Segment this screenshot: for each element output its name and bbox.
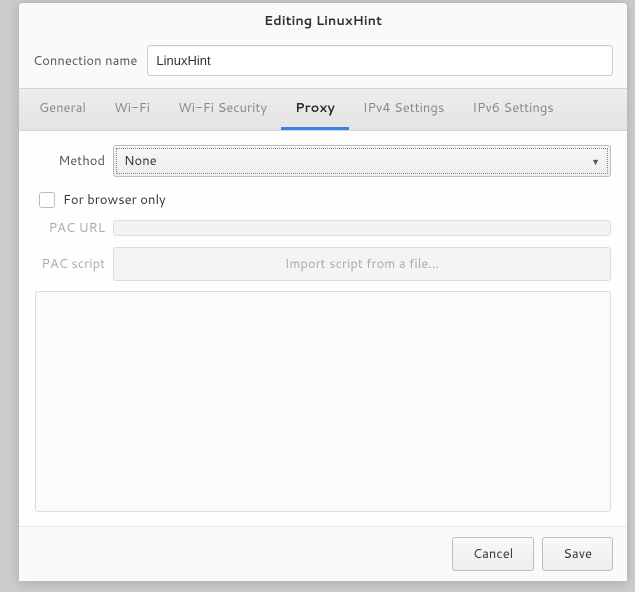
dialog-window: Editing LinuxHint Connection name Genera… (18, 2, 628, 582)
method-combo[interactable]: None ▼ (113, 145, 611, 177)
connection-name-input[interactable] (147, 45, 613, 76)
window-title: Editing LinuxHint (19, 3, 627, 39)
tab-bar: General Wi-Fi Wi-Fi Security Proxy IPv4 … (19, 88, 627, 131)
method-row: Method None ▼ (35, 145, 611, 177)
dialog-footer: Cancel Save (19, 526, 627, 581)
connection-name-row: Connection name (19, 39, 627, 88)
chevron-down-icon: ▼ (591, 155, 600, 168)
pac-url-row: PAC URL (35, 219, 611, 237)
browser-only-row: For browser only (35, 191, 611, 209)
browser-only-checkbox[interactable] (39, 192, 55, 208)
tab-wifi[interactable]: Wi-Fi (100, 89, 164, 130)
browser-only-label: For browser only (63, 191, 166, 209)
tab-wifi-security[interactable]: Wi-Fi Security (164, 89, 281, 130)
pac-script-textarea (35, 291, 611, 512)
connection-name-label: Connection name (33, 52, 137, 70)
method-label: Method (35, 152, 105, 170)
pac-script-label: PAC script (35, 255, 105, 273)
tab-proxy[interactable]: Proxy (281, 89, 349, 130)
tab-ipv4-settings[interactable]: IPv4 Settings (349, 89, 458, 130)
pac-script-row: PAC script Import script from a file… (35, 247, 611, 281)
pac-url-label: PAC URL (35, 219, 105, 237)
save-button[interactable]: Save (542, 537, 613, 571)
tab-ipv6-settings[interactable]: IPv6 Settings (458, 89, 567, 130)
cancel-button[interactable]: Cancel (452, 537, 534, 571)
pac-url-input (113, 220, 611, 236)
proxy-panel: Method None ▼ For browser only PAC URL P… (19, 131, 627, 526)
tab-general[interactable]: General (25, 89, 100, 130)
method-value: None (124, 152, 157, 170)
import-script-button: Import script from a file… (113, 247, 611, 281)
